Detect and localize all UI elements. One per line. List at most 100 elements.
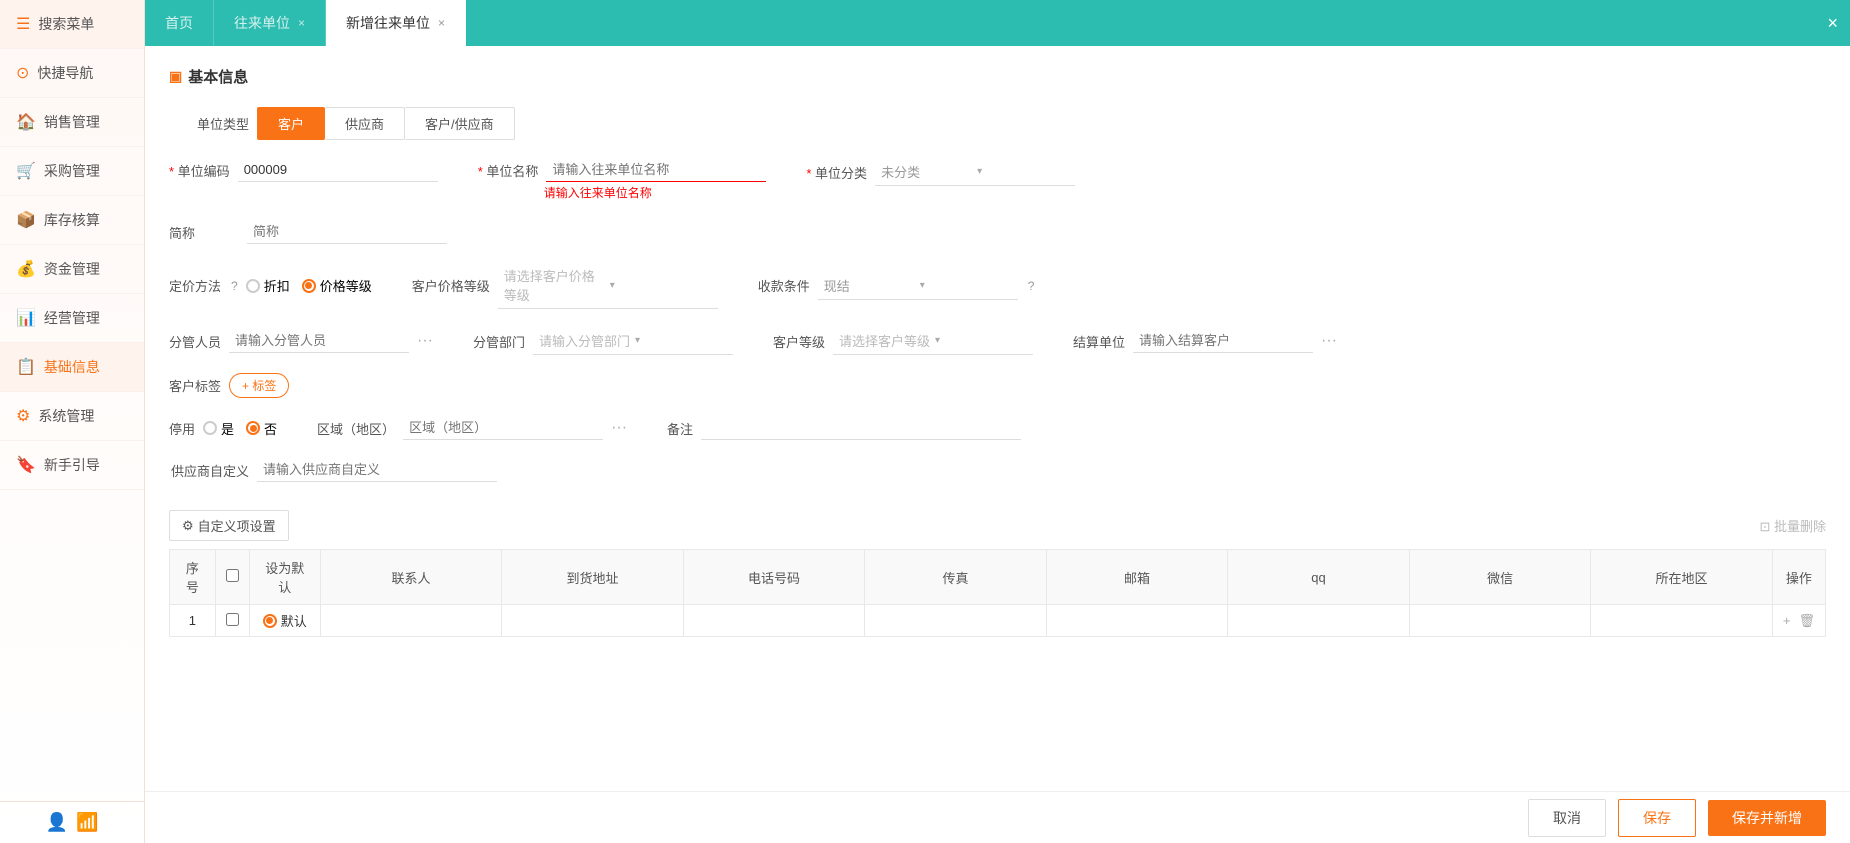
unit-category-label: 单位分类 xyxy=(806,163,867,182)
pricing-radio-group: 折扣 价格等级 xyxy=(246,276,372,295)
supplier-custom-input[interactable] xyxy=(257,458,497,482)
row-checkbox[interactable] xyxy=(226,613,239,626)
remark-label: 备注 xyxy=(667,419,693,438)
region-dots-btn[interactable]: ··· xyxy=(611,419,627,437)
sidebar-item-basic[interactable]: 📋 基础信息 xyxy=(0,343,144,392)
unit-name-input[interactable] xyxy=(546,158,766,182)
radio-discount-circle xyxy=(246,279,260,293)
radio-discount[interactable]: 折扣 xyxy=(246,276,290,295)
email-input[interactable] xyxy=(1057,613,1217,628)
sidebar-item-inventory[interactable]: 📦 库存核算 xyxy=(0,196,144,245)
settlement-unit-label: 结算单位 xyxy=(1073,332,1125,351)
sidebar-item-operation[interactable]: 📊 经营管理 xyxy=(0,294,144,343)
settlement-unit-input[interactable] xyxy=(1133,329,1313,353)
cell-seq: 1 xyxy=(170,605,216,637)
form-area: ▣ 基本信息 单位类型 客户 供应商 客户/供应商 单位编码 单位名称 请输入往… xyxy=(145,46,1850,791)
radio-yes[interactable]: 是 xyxy=(203,419,234,438)
close-counterparty-tab[interactable]: × xyxy=(298,16,305,30)
abbreviation-input[interactable] xyxy=(247,220,447,244)
phone-input[interactable] xyxy=(694,613,854,628)
sidebar-item-sales[interactable]: 🏠 销售管理 xyxy=(0,98,144,147)
unit-name-error: 请输入往来单位名称 xyxy=(544,186,652,200)
default-radio[interactable] xyxy=(263,614,277,628)
cell-address[interactable] xyxy=(502,605,683,637)
btn-customer[interactable]: 客户 xyxy=(257,107,325,140)
unit-name-group: 单位名称 请输入往来单位名称 xyxy=(478,158,767,202)
disable-label: 停用 xyxy=(169,419,195,438)
save-new-button[interactable]: 保存并新增 xyxy=(1708,800,1826,836)
tab-add-counterparty[interactable]: 新增往来单位 × xyxy=(326,0,466,46)
batch-delete-button[interactable]: ⊡ 批量删除 xyxy=(1759,516,1826,535)
tabs-bar: 首页 往来单位 × 新增往来单位 × × xyxy=(145,0,1850,46)
save-button[interactable]: 保存 xyxy=(1618,799,1696,837)
cell-qq[interactable] xyxy=(1228,605,1410,637)
contact-table: 序号 设为默认 联系人 到货地址 电话号码 传真 邮箱 qq 微信 所在地区 操… xyxy=(169,549,1826,637)
tab-home[interactable]: 首页 xyxy=(145,0,214,46)
fax-input[interactable] xyxy=(875,613,1035,628)
sidebar-item-search[interactable]: ☰ 搜索菜单 xyxy=(0,0,144,49)
btn-both[interactable]: 客户/供应商 xyxy=(405,107,515,140)
settlement-dots-btn[interactable]: ··· xyxy=(1321,332,1337,350)
chevron-down-icon-payment: ▾ xyxy=(920,280,1012,291)
sidebar-item-system[interactable]: ⚙ 系统管理 xyxy=(0,392,144,441)
cancel-button[interactable]: 取消 xyxy=(1528,799,1606,837)
row-region-input[interactable] xyxy=(1601,613,1761,628)
sidebar-bottom: 👤 📶 xyxy=(0,801,144,843)
col-action: 操作 xyxy=(1772,550,1825,605)
help-icon-pricing[interactable]: ? xyxy=(231,279,238,293)
select-all-checkbox[interactable] xyxy=(226,569,239,582)
cell-contact[interactable] xyxy=(320,605,501,637)
cell-wechat[interactable] xyxy=(1409,605,1590,637)
row-actions: + 🗑 xyxy=(1783,613,1815,629)
add-row-icon[interactable]: + xyxy=(1783,613,1791,628)
department-label: 分管部门 xyxy=(473,332,525,351)
sidebar-item-guide[interactable]: 🔖 新手引导 xyxy=(0,441,144,490)
purchase-icon: 🛒 xyxy=(16,161,36,181)
payment-terms-select[interactable]: 现结 ▾ xyxy=(818,272,1018,300)
region-input[interactable] xyxy=(403,416,603,440)
contact-input[interactable] xyxy=(331,613,491,628)
sales-icon: 🏠 xyxy=(16,112,36,132)
radio-grade-circle xyxy=(302,279,316,293)
col-default: 设为默认 xyxy=(249,550,320,605)
btn-supplier[interactable]: 供应商 xyxy=(325,107,405,140)
radio-grade[interactable]: 价格等级 xyxy=(302,276,372,295)
cell-region[interactable] xyxy=(1591,605,1772,637)
sidebar-item-finance[interactable]: 💰 资金管理 xyxy=(0,245,144,294)
add-tag-button[interactable]: + 标签 xyxy=(229,373,289,398)
basic-icon: 📋 xyxy=(16,357,36,377)
cell-fax[interactable] xyxy=(865,605,1046,637)
abbreviation-group: 简称 xyxy=(169,220,447,244)
radio-yes-circle xyxy=(203,421,217,435)
address-input[interactable] xyxy=(512,613,672,628)
manager-input[interactable] xyxy=(229,329,409,353)
cell-default[interactable]: 默认 xyxy=(249,605,320,637)
delete-row-icon[interactable]: 🗑 xyxy=(1798,613,1815,629)
custom-setting-button[interactable]: ⚙ 自定义项设置 xyxy=(169,510,289,541)
qq-input[interactable] xyxy=(1238,613,1399,628)
col-checkbox[interactable] xyxy=(215,550,249,605)
remark-input[interactable] xyxy=(701,416,1021,440)
col-address: 到货地址 xyxy=(502,550,683,605)
cell-email[interactable] xyxy=(1046,605,1227,637)
customer-grade-select[interactable]: 请选择客户价格等级 ▾ xyxy=(498,262,718,309)
unit-category-select[interactable]: 未分类 ▾ xyxy=(875,158,1075,186)
cell-phone[interactable] xyxy=(683,605,864,637)
help-icon-payment[interactable]: ? xyxy=(1028,279,1035,293)
col-region: 所在地区 xyxy=(1591,550,1772,605)
close-all-tabs[interactable]: × xyxy=(1827,13,1838,34)
sidebar-item-purchase[interactable]: 🛒 采购管理 xyxy=(0,147,144,196)
region-label: 区域（地区） xyxy=(317,419,395,438)
close-add-counterparty-tab[interactable]: × xyxy=(438,16,445,30)
department-select[interactable]: 请输入分管部门 ▾ xyxy=(533,327,733,355)
cell-checkbox[interactable] xyxy=(215,605,249,637)
unit-code-input[interactable] xyxy=(238,158,438,182)
customer-level-select[interactable]: 请选择客户等级 ▾ xyxy=(833,327,1033,355)
radio-no[interactable]: 否 xyxy=(246,419,277,438)
wechat-input[interactable] xyxy=(1420,613,1580,628)
unit-name-label: 单位名称 xyxy=(478,161,539,180)
manager-dots-btn[interactable]: ··· xyxy=(417,332,433,350)
sidebar-item-quicknav[interactable]: ⊙ 快捷导航 xyxy=(0,49,144,98)
tab-counterparty[interactable]: 往来单位 × xyxy=(214,0,326,46)
unit-category-group: 单位分类 未分类 ▾ xyxy=(806,158,1075,186)
